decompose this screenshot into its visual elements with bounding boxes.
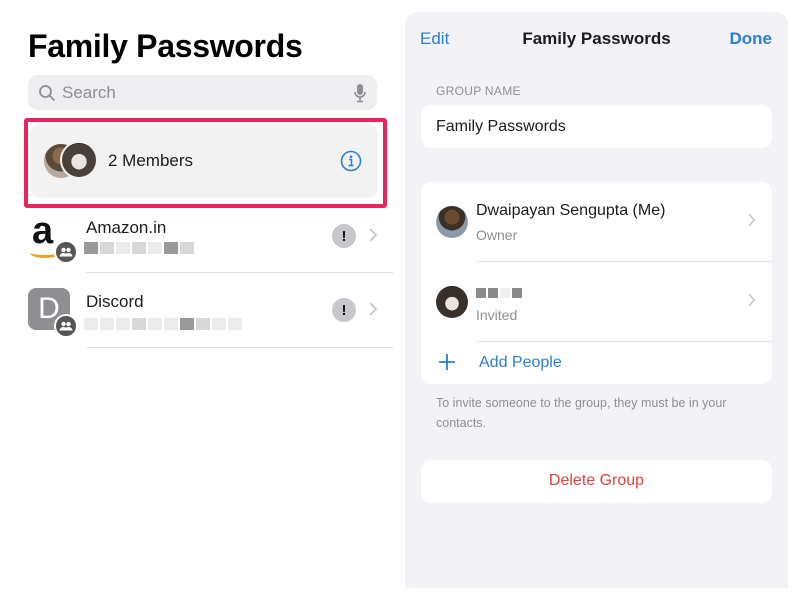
avatar [436,286,468,318]
warning-icon: ! [332,224,356,248]
chevron-right-icon [748,213,756,227]
member-role: Invited [476,307,518,323]
item-title: Discord [86,292,144,311]
divider [86,347,393,348]
group-name-field[interactable]: Family Passwords [421,105,772,148]
warning-icon: ! [332,298,356,322]
delete-group-button[interactable]: Delete Group [421,460,772,503]
search-placeholder: Search [62,82,116,102]
nav-bar: Edit Family Passwords Done [405,12,788,62]
redacted-member-name [476,288,522,298]
microphone-icon[interactable] [353,83,367,103]
search-icon [39,84,55,101]
chevron-right-icon [369,228,378,242]
members-list: Dwaipayan Sengupta (Me) Owner Invited Ad… [421,182,772,384]
plus-icon [439,354,455,370]
item-title: Amazon.in [86,218,167,237]
add-people-label: Add People [479,354,562,371]
invite-footnote: To invite someone to the group, they mus… [436,396,727,430]
add-people-button[interactable]: Add People [421,342,772,384]
page-title: Family Passwords [28,28,303,64]
member-row-invited[interactable]: Invited [421,262,772,342]
highlight-box [24,118,387,208]
divider [86,272,393,273]
redacted-username [84,242,194,256]
list-item-amazon[interactable]: a Amazon.in ! [28,212,393,289]
member-name: Dwaipayan Sengupta (Me) [476,202,666,219]
chevron-right-icon [369,302,378,316]
member-row-owner[interactable]: Dwaipayan Sengupta (Me) Owner [421,182,772,262]
group-name-value: Family Passwords [436,118,566,135]
group-settings-sheet: Edit Family Passwords Done GROUP NAME Fa… [405,12,788,588]
group-list-panel: Family Passwords Search 2 Members a Amaz… [0,0,400,600]
member-role: Owner [476,227,518,243]
redacted-username [84,318,242,332]
delete-group-label: Delete Group [548,472,645,489]
group-name-label: GROUP NAME [436,84,521,98]
chevron-right-icon [748,293,756,307]
avatar [436,206,468,238]
done-button[interactable]: Done [730,29,773,49]
search-field[interactable]: Search [28,75,377,110]
list-item-discord[interactable]: D Discord ! [28,288,393,363]
shared-group-icon [54,240,78,264]
shared-group-icon [54,314,78,338]
